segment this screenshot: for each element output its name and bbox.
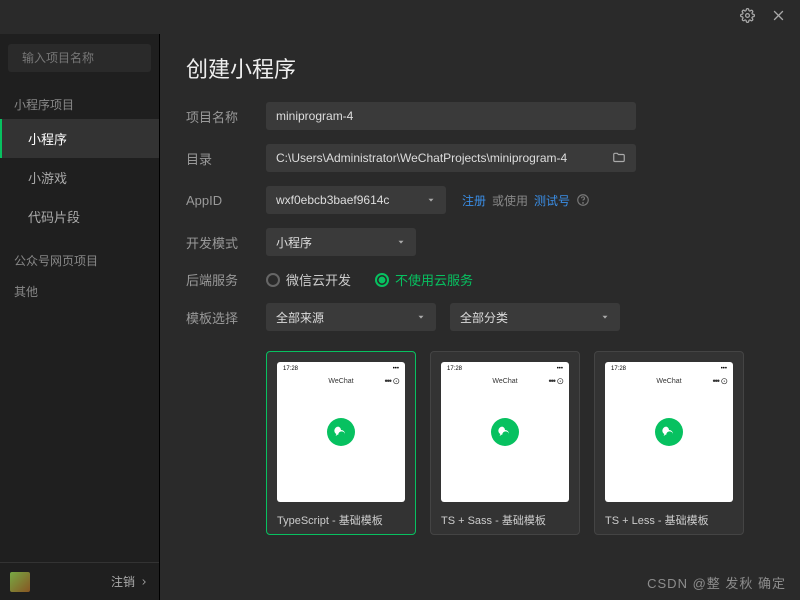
template-source-select[interactable]: 全部来源 [266,303,436,331]
sidebar: 小程序项目 小程序 小游戏 代码片段 公众号网页项目 其他 注销 [0,34,160,600]
help-icon[interactable] [576,193,590,207]
wechat-logo-icon [327,418,355,446]
template-preview: 17:28••• WeChat ••• ⊙ [605,362,733,502]
sidebar-item-snippet[interactable]: 代码片段 [0,197,159,236]
close-icon[interactable] [771,8,786,26]
titlebar [0,0,800,34]
chevron-right-icon [139,577,149,587]
chevron-down-icon [600,312,610,322]
template-list: 17:28••• WeChat ••• ⊙ TypeScript - 基础模板 … [266,351,774,535]
template-card[interactable]: 17:28••• WeChat ••• ⊙ TS + Sass - 基础模板 [430,351,580,535]
wechat-logo-icon [491,418,519,446]
template-caption: TypeScript - 基础模板 [267,508,415,528]
template-card[interactable]: 17:28••• WeChat ••• ⊙ TypeScript - 基础模板 [266,351,416,535]
project-dir-input[interactable]: C:\Users\Administrator\WeChatProjects\mi… [266,144,636,172]
sidebar-item-miniprogram[interactable]: 小程序 [0,119,159,158]
project-name-input[interactable] [266,102,636,130]
radio-icon [266,273,280,287]
label-dir: 目录 [186,149,250,168]
sidebar-header-other[interactable]: 其他 [0,275,159,306]
appid-select[interactable]: wxf0ebcb3baef9614c [266,186,446,214]
gear-icon[interactable] [740,8,755,26]
mode-select[interactable]: 小程序 [266,228,416,256]
logout-button[interactable]: 注销 [111,573,149,590]
page-title: 创建小程序 [186,52,774,84]
label-backend: 后端服务 [186,270,250,289]
template-preview: 17:28••• WeChat ••• ⊙ [441,362,569,502]
register-link[interactable]: 注册 [462,192,486,209]
radio-icon [375,273,389,287]
testid-link[interactable]: 测试号 [534,192,570,209]
backend-option-nocloud[interactable]: 不使用云服务 [375,270,473,289]
chevron-down-icon [426,195,436,205]
project-dir-value: C:\Users\Administrator\WeChatProjects\mi… [276,151,604,165]
backend-option-label: 微信云开发 [286,270,351,289]
avatar[interactable] [10,572,30,592]
template-caption: TS + Less - 基础模板 [595,508,743,528]
appid-value: wxf0ebcb3baef9614c [276,193,389,207]
template-source-value: 全部来源 [276,309,324,326]
wechat-logo-icon [655,418,683,446]
label-name: 项目名称 [186,107,250,126]
or-use-text: 或使用 [492,192,528,209]
chevron-down-icon [396,237,406,247]
template-category-select[interactable]: 全部分类 [450,303,620,331]
template-caption: TS + Sass - 基础模板 [431,508,579,528]
sidebar-footer: 注销 [0,562,159,600]
template-preview: 17:28••• WeChat ••• ⊙ [277,362,405,502]
sidebar-header-miniapp: 小程序项目 [0,88,159,119]
label-template: 模板选择 [186,308,250,327]
mode-value: 小程序 [276,234,312,251]
folder-icon[interactable] [612,151,626,165]
backend-option-cloud[interactable]: 微信云开发 [266,270,351,289]
sidebar-item-minigame[interactable]: 小游戏 [0,158,159,197]
template-category-value: 全部分类 [460,309,508,326]
template-card[interactable]: 17:28••• WeChat ••• ⊙ TS + Less - 基础模板 [594,351,744,535]
search-input[interactable] [22,51,177,65]
chevron-down-icon [416,312,426,322]
sidebar-header-official[interactable]: 公众号网页项目 [0,244,159,275]
backend-option-label: 不使用云服务 [395,270,473,289]
main: 创建小程序 项目名称 目录 C:\Users\Administrator\WeC… [160,34,800,600]
search-input-wrap[interactable] [8,44,151,72]
logout-label: 注销 [111,573,135,590]
backend-radio-group: 微信云开发 不使用云服务 [266,270,473,289]
label-appid: AppID [186,193,250,208]
label-mode: 开发模式 [186,233,250,252]
